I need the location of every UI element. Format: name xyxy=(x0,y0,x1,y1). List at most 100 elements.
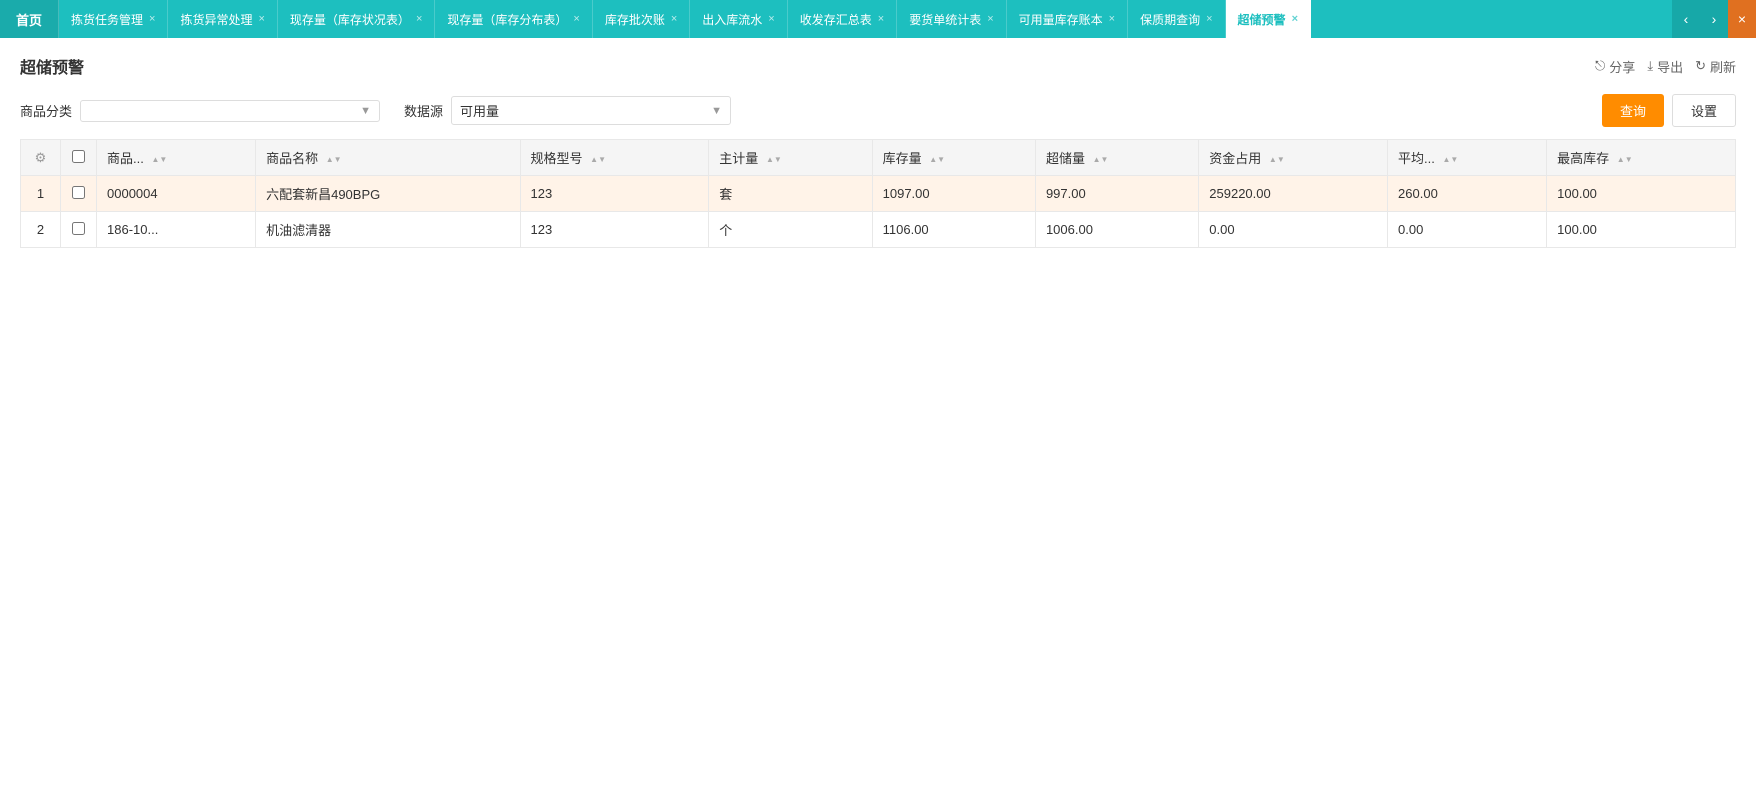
page-actions: ⎋ 分享 ⤓ 导出 ↻ 刷新 xyxy=(1595,57,1736,76)
row-product-name-0: 六配套新昌490BPG xyxy=(256,176,520,212)
close-all-btn[interactable]: × xyxy=(1728,0,1756,38)
tab-label-3: 现存量（库存分布表） xyxy=(447,11,567,28)
datasource-filter-group: 数据源 可用量 ▼ xyxy=(404,96,731,125)
share-icon: ⎋ xyxy=(1595,58,1605,74)
share-action[interactable]: ⎋ 分享 xyxy=(1595,57,1635,76)
col-product-name-label: 商品名称 xyxy=(266,151,318,166)
tab-1[interactable]: 拣货异常处理× xyxy=(168,0,277,38)
export-label: 导出 xyxy=(1657,57,1683,76)
gear-header[interactable]: ⚙ xyxy=(21,140,61,176)
row-num-0: 1 xyxy=(21,176,61,212)
col-overstock[interactable]: 超储量 ▲▼ xyxy=(1035,140,1198,176)
tab-3[interactable]: 现存量（库存分布表） × xyxy=(435,0,592,38)
category-select[interactable]: ▼ xyxy=(80,100,380,122)
tab-close-2[interactable]: × xyxy=(416,13,422,25)
tab-close-1[interactable]: × xyxy=(258,13,264,25)
col-max-stock-label: 最高库存 xyxy=(1557,151,1609,166)
row-avg-1: 0.00 xyxy=(1388,212,1547,248)
sort-icon-unit: ▲▼ xyxy=(766,156,782,164)
col-spec-label: 规格型号 xyxy=(531,151,583,166)
refresh-icon: ↻ xyxy=(1695,58,1706,74)
page-header: 超储预警 ⎋ 分享 ⤓ 导出 ↻ 刷新 xyxy=(20,54,1736,78)
table-row: 1 0000004 六配套新昌490BPG 123 套 1097.00 997.… xyxy=(21,176,1736,212)
row-overstock-0: 997.00 xyxy=(1035,176,1198,212)
gear-icon: ⚙ xyxy=(35,150,47,165)
tab-0[interactable]: 拣货任务管理 × xyxy=(59,0,168,38)
datasource-select-value: 可用量 xyxy=(460,101,499,120)
col-product-name[interactable]: 商品名称 ▲▼ xyxy=(256,140,520,176)
sort-icon-inventory: ▲▼ xyxy=(929,156,945,164)
export-icon: ⤓ xyxy=(1647,58,1653,74)
refresh-action[interactable]: ↻ 刷新 xyxy=(1695,57,1736,76)
home-tab[interactable]: 首页 xyxy=(0,0,59,38)
export-action[interactable]: ⤓ 导出 xyxy=(1647,57,1683,76)
tab-6[interactable]: 收发存汇总表 × xyxy=(788,0,897,38)
tab-label-4: 库存批次账 xyxy=(605,11,665,28)
tab-9[interactable]: 保质期查询 × xyxy=(1128,0,1225,38)
settings-button[interactable]: 设置 xyxy=(1672,94,1736,127)
row-num-1: 2 xyxy=(21,212,61,248)
row-overstock-1: 1006.00 xyxy=(1035,212,1198,248)
row-unit-1: 个 xyxy=(709,212,872,248)
tab-scroll-area: 拣货任务管理×拣货异常处理×现存量（库存状况表）×现存量（库存分布表）×库存批次… xyxy=(59,0,1672,38)
tab-label-2: 现存量（库存状况表） xyxy=(290,11,410,28)
sort-icon-product-name: ▲▼ xyxy=(326,156,342,164)
tab-2[interactable]: 现存量（库存状况表） × xyxy=(278,0,435,38)
table-row: 2 186-10... 机油滤清器 123 个 1106.00 1006.00 … xyxy=(21,212,1736,248)
select-all-checkbox[interactable] xyxy=(72,150,85,163)
sort-icon-overstock: ▲▼ xyxy=(1093,156,1109,164)
row-checkbox-cell-0[interactable] xyxy=(61,176,97,212)
row-checkbox-cell-1[interactable] xyxy=(61,212,97,248)
datasource-dropdown-icon: ▼ xyxy=(711,105,722,117)
tab-close-10[interactable]: × xyxy=(1292,13,1298,25)
filter-buttons: 查询 设置 xyxy=(1602,94,1736,127)
row-checkbox-0[interactable] xyxy=(72,186,85,199)
tab-close-8[interactable]: × xyxy=(1109,13,1115,25)
tab-label-7: 要货单统计表 xyxy=(909,11,981,28)
row-checkbox-1[interactable] xyxy=(72,222,85,235)
col-spec[interactable]: 规格型号 ▲▼ xyxy=(520,140,709,176)
col-capital[interactable]: 资金占用 ▲▼ xyxy=(1199,140,1388,176)
tab-4[interactable]: 库存批次账 × xyxy=(593,0,690,38)
tab-close-7[interactable]: × xyxy=(987,13,993,25)
row-capital-1: 0.00 xyxy=(1199,212,1388,248)
row-inventory-0: 1097.00 xyxy=(872,176,1035,212)
tab-8[interactable]: 可用量库存账本 × xyxy=(1007,0,1128,38)
datasource-select[interactable]: 可用量 ▼ xyxy=(451,96,731,125)
tab-close-6[interactable]: × xyxy=(878,13,884,25)
col-avg[interactable]: 平均... ▲▼ xyxy=(1388,140,1547,176)
share-label: 分享 xyxy=(1609,57,1635,76)
tab-label-5: 出入库流水 xyxy=(702,11,762,28)
row-spec-0: 123 xyxy=(520,176,709,212)
checkbox-header[interactable] xyxy=(61,140,97,176)
col-product-code[interactable]: 商品... ▲▼ xyxy=(97,140,256,176)
category-dropdown-icon: ▼ xyxy=(360,105,371,117)
tab-label-6: 收发存汇总表 xyxy=(800,11,872,28)
row-unit-0: 套 xyxy=(709,176,872,212)
tab-label-0: 拣货任务管理 xyxy=(71,11,143,28)
page-title: 超储预警 xyxy=(20,54,84,78)
tab-close-0[interactable]: × xyxy=(149,13,155,25)
col-capital-label: 资金占用 xyxy=(1209,151,1261,166)
tab-7[interactable]: 要货单统计表 × xyxy=(897,0,1006,38)
sort-icon-product-code: ▲▼ xyxy=(151,156,167,164)
col-inventory[interactable]: 库存量 ▲▼ xyxy=(872,140,1035,176)
tab-close-9[interactable]: × xyxy=(1206,13,1212,25)
tab-close-3[interactable]: × xyxy=(573,13,579,25)
next-tab-btn[interactable]: › xyxy=(1700,0,1728,38)
tab-close-5[interactable]: × xyxy=(768,13,774,25)
row-inventory-1: 1106.00 xyxy=(872,212,1035,248)
tab-10[interactable]: 超储预警× xyxy=(1226,0,1311,38)
col-unit[interactable]: 主计量 ▲▼ xyxy=(709,140,872,176)
tab-close-4[interactable]: × xyxy=(671,13,677,25)
col-overstock-label: 超储量 xyxy=(1046,151,1085,166)
datasource-label: 数据源 xyxy=(404,101,443,120)
sort-icon-max-stock: ▲▼ xyxy=(1617,156,1633,164)
col-avg-label: 平均... xyxy=(1398,151,1435,166)
tab-5[interactable]: 出入库流水 × xyxy=(690,0,787,38)
col-max-stock[interactable]: 最高库存 ▲▼ xyxy=(1547,140,1736,176)
tab-label-8: 可用量库存账本 xyxy=(1019,11,1103,28)
query-button[interactable]: 查询 xyxy=(1602,94,1664,127)
prev-tab-btn[interactable]: ‹ xyxy=(1672,0,1700,38)
tab-label-9: 保质期查询 xyxy=(1140,11,1200,28)
